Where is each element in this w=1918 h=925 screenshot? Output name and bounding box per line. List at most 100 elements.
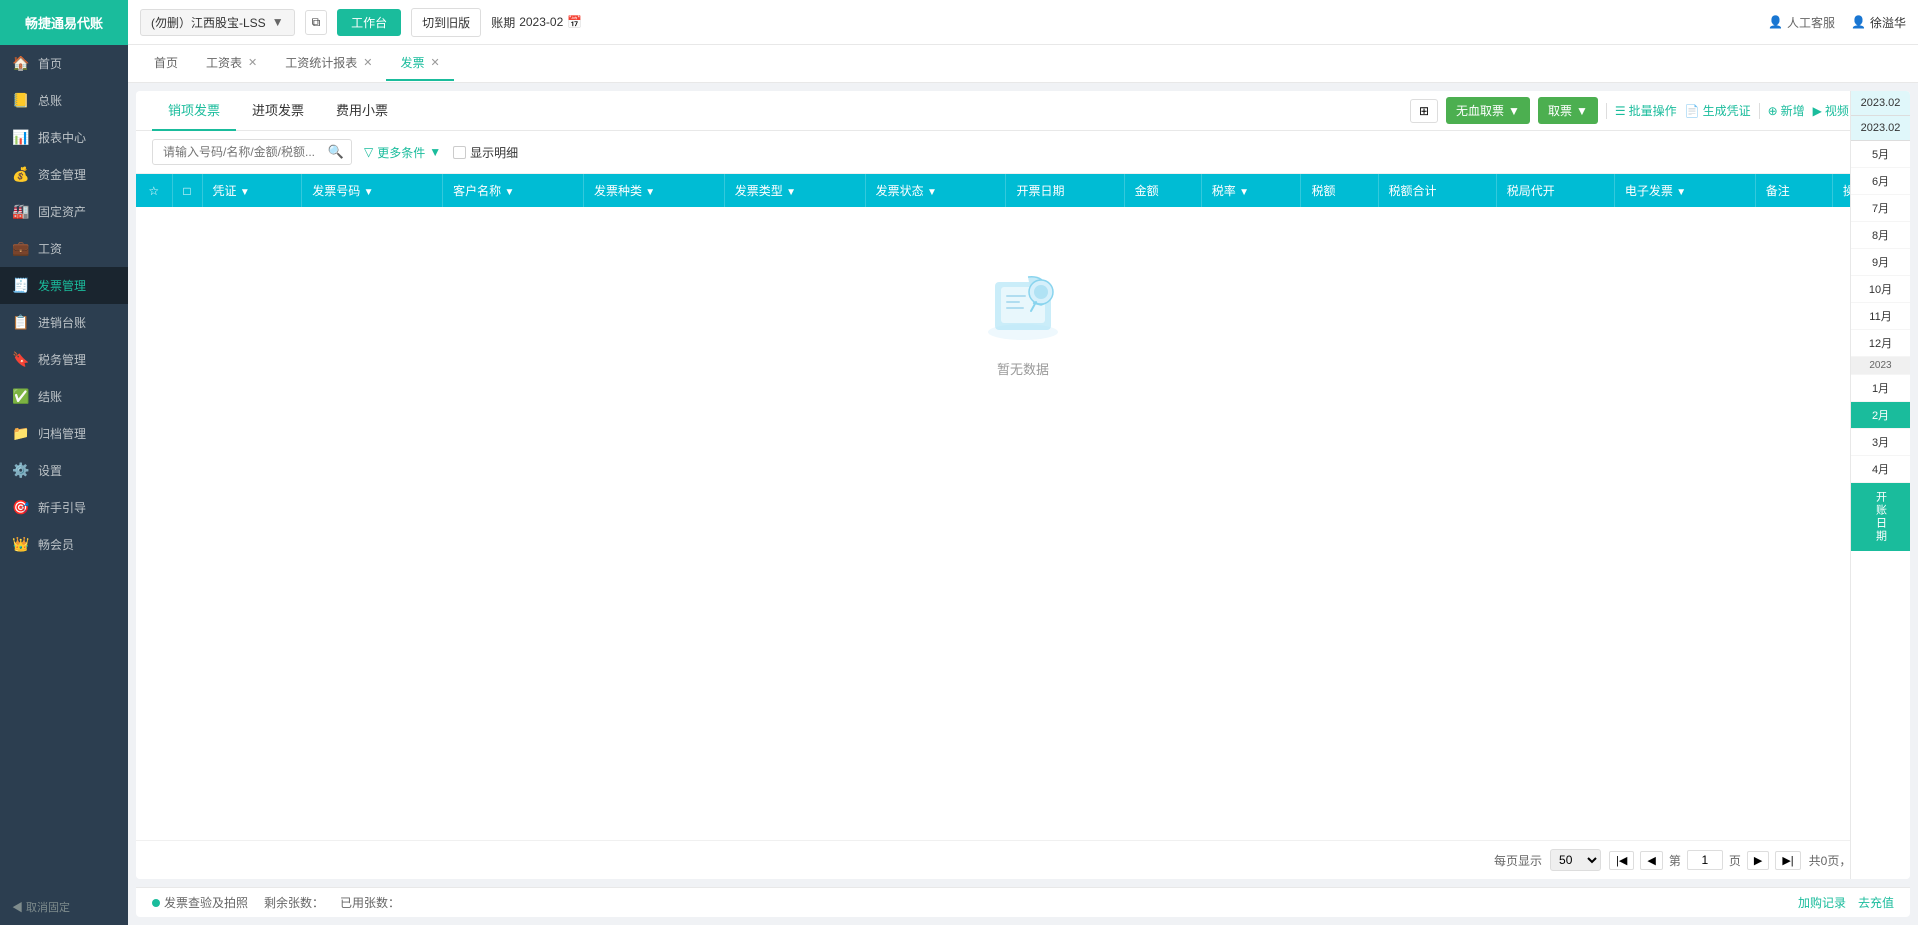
date-item-5[interactable]: 5月 [1851, 141, 1910, 168]
grid-view-button[interactable]: ⊞ [1410, 99, 1438, 123]
workbench-button[interactable]: 工作台 [337, 9, 401, 36]
show-detail-checkbox-label[interactable]: 显示明细 [453, 144, 518, 161]
company-name: (勿删）江西股宝-LSS [151, 14, 266, 31]
date-item-10[interactable]: 10月 [1851, 276, 1910, 303]
search-input[interactable] [152, 139, 352, 165]
tab-salary-report[interactable]: 工资统计报表 ✕ [271, 46, 386, 81]
batch-operation-button[interactable]: ☰ 批量操作 [1615, 102, 1677, 119]
copy-button[interactable]: ⧉ [305, 10, 328, 35]
batch-icon: ☰ [1615, 104, 1626, 118]
sidebar-item-tax[interactable]: 🔖 税务管理 [0, 341, 128, 378]
gen-voucher-button[interactable]: 📄 生成凭证 [1685, 102, 1751, 119]
page-content: 销项发票 进项发票 费用小票 ⊞ 无血取票 ▼ 取票 ▼ [128, 83, 1918, 925]
date-item-1[interactable]: 1月 [1851, 375, 1910, 402]
company-selector[interactable]: (勿删）江西股宝-LSS ▼ [140, 9, 295, 36]
add-record-link[interactable]: 加购记录 [1798, 894, 1846, 911]
date-item-11[interactable]: 11月 [1851, 303, 1910, 330]
prev-page-button[interactable]: ◀ [1640, 851, 1662, 870]
sidebar-item-general-ledger[interactable]: 📒 总账 [0, 82, 128, 119]
sidebar-item-invoice[interactable]: 🧾 发票管理 [0, 267, 128, 304]
customer-service-btn[interactable]: 👤 人工客服 [1768, 14, 1835, 31]
col-voucher: 凭证 ▼ [202, 174, 302, 207]
sidebar-item-close-account[interactable]: ✅ 结账 [0, 378, 128, 415]
date-item-2[interactable]: 2月 [1851, 402, 1910, 429]
tax-invoice-button[interactable]: 取票 ▼ [1538, 97, 1598, 124]
sidebar-item-sales-ledger[interactable]: 📋 进销台账 [0, 304, 128, 341]
col-customer: 客户名称 ▼ [443, 174, 584, 207]
date-item-3[interactable]: 3月 [1851, 429, 1910, 456]
sub-tab-purchase-invoice[interactable]: 进项发票 [236, 91, 320, 131]
sidebar-collapse-btn[interactable]: ◀ 取消固定 [0, 889, 128, 925]
tab-invoice[interactable]: 发票 ✕ [386, 46, 453, 81]
first-page-button[interactable]: |◀ [1609, 851, 1634, 870]
date-item-4[interactable]: 4月 [1851, 456, 1910, 483]
used-label: 已用张数： [340, 894, 400, 911]
no-tax-invoice-button[interactable]: 无血取票 ▼ [1446, 97, 1530, 124]
page-size-select[interactable]: 50 10 20 100 [1550, 849, 1601, 871]
status-dot [152, 899, 160, 907]
filter-label: 更多条件 [377, 144, 425, 161]
tab-close-icon[interactable]: ✕ [363, 56, 372, 69]
invoice-check-status: 发票查验及拍照 [152, 894, 248, 911]
date-item-8[interactable]: 8月 [1851, 222, 1910, 249]
tab-home[interactable]: 首页 [140, 46, 192, 81]
tabs-bar: 首页 工资表 ✕ 工资统计报表 ✕ 发票 ✕ [128, 45, 1918, 83]
date-item-9[interactable]: 9月 [1851, 249, 1910, 276]
service-icon: 👤 [1768, 15, 1783, 29]
tab-close-icon[interactable]: ✕ [248, 56, 257, 69]
table-wrap: ☆ □ 凭证 ▼ 发票号码 ▼ 客户名称 ▼ 发票种类 ▼ 发票类型 ▼ 发票状… [136, 174, 1910, 840]
sub-tabs-right: ⊞ 无血取票 ▼ 取票 ▼ ☰ 批量操作 📄 [1410, 97, 1894, 124]
date-panel-header2: 2023.02 [1851, 116, 1910, 141]
user-menu[interactable]: 👤 徐溢华 [1851, 14, 1906, 31]
old-version-button[interactable]: 切到旧版 [411, 8, 481, 37]
guide-icon: 🎯 [12, 499, 30, 516]
inner-page: 销项发票 进项发票 费用小票 ⊞ 无血取票 ▼ 取票 ▼ [136, 91, 1910, 879]
go-renew-link[interactable]: 去充值 [1858, 894, 1894, 911]
sub-tab-sales-invoice[interactable]: 销项发票 [152, 91, 236, 131]
col-tax-bureau: 税局代开 [1496, 174, 1614, 207]
sidebar-item-salary[interactable]: 💼 工资 [0, 230, 128, 267]
open-date-button[interactable]: 开账日期 [1851, 483, 1910, 551]
tab-salary[interactable]: 工资表 ✕ [192, 46, 271, 81]
sidebar-item-funds[interactable]: 💰 资金管理 [0, 156, 128, 193]
tab-label: 发票 [400, 54, 424, 71]
video-button[interactable]: ▶ 视频 [1813, 102, 1849, 119]
search-bar: 🔍 ▽ 更多条件 ▼ 显示明细 [136, 131, 1910, 174]
video-label: 视频 [1825, 102, 1849, 119]
tab-label: 工资统计报表 [285, 54, 357, 71]
sidebar-item-label: 进销台账 [38, 314, 86, 331]
invoice-icon: 🧾 [12, 277, 30, 294]
search-input-wrap: 🔍 [152, 139, 352, 165]
period-label: 账期 [491, 14, 515, 31]
next-page-button[interactable]: ▶ [1747, 851, 1769, 870]
salary-icon: 💼 [12, 240, 30, 257]
sidebar-item-membership[interactable]: 👑 畅会员 [0, 526, 128, 563]
sidebar-item-fixed-assets[interactable]: 🏭 固定资产 [0, 193, 128, 230]
sidebar-item-home[interactable]: 🏠 首页 [0, 45, 128, 82]
status-bar: 发票查验及拍照 剩余张数： 已用张数： 加购记录 去充值 [136, 887, 1910, 917]
date-item-6[interactable]: 6月 [1851, 168, 1910, 195]
sidebar-item-label: 报表中心 [38, 129, 86, 146]
sub-tab-receipt[interactable]: 费用小票 [320, 91, 404, 131]
date-item-7[interactable]: 7月 [1851, 195, 1910, 222]
sidebar-item-label: 发票管理 [38, 277, 86, 294]
ledger-icon: 📒 [12, 92, 30, 109]
page-input[interactable] [1687, 850, 1723, 870]
col-tax-rate: 税率 ▼ [1201, 174, 1301, 207]
sidebar-item-settings[interactable]: ⚙️ 设置 [0, 452, 128, 489]
tab-close-icon[interactable]: ✕ [431, 56, 440, 69]
date-item-12[interactable]: 12月 [1851, 330, 1910, 357]
last-page-button[interactable]: ▶| [1775, 851, 1800, 870]
show-detail-checkbox[interactable] [453, 146, 466, 159]
col-invoice-type1: 发票种类 ▼ [583, 174, 724, 207]
more-filter-button[interactable]: ▽ 更多条件 ▼ [364, 144, 441, 161]
sidebar-item-archive[interactable]: 📁 归档管理 [0, 415, 128, 452]
new-button[interactable]: ⊕ 新增 [1768, 102, 1805, 119]
sidebar-item-reports[interactable]: 📊 报表中心 [0, 119, 128, 156]
sidebar-item-label: 总账 [38, 92, 62, 109]
sidebar-item-guide[interactable]: 🎯 新手引导 [0, 489, 128, 526]
col-invoice-type2: 发票类型 ▼ [724, 174, 865, 207]
top-header: (勿删）江西股宝-LSS ▼ ⧉ 工作台 切到旧版 账期 2023-02 📅 👤… [128, 0, 1918, 45]
calendar-icon[interactable]: 📅 [567, 15, 582, 29]
col-tax-total: 税额合计 [1378, 174, 1496, 207]
